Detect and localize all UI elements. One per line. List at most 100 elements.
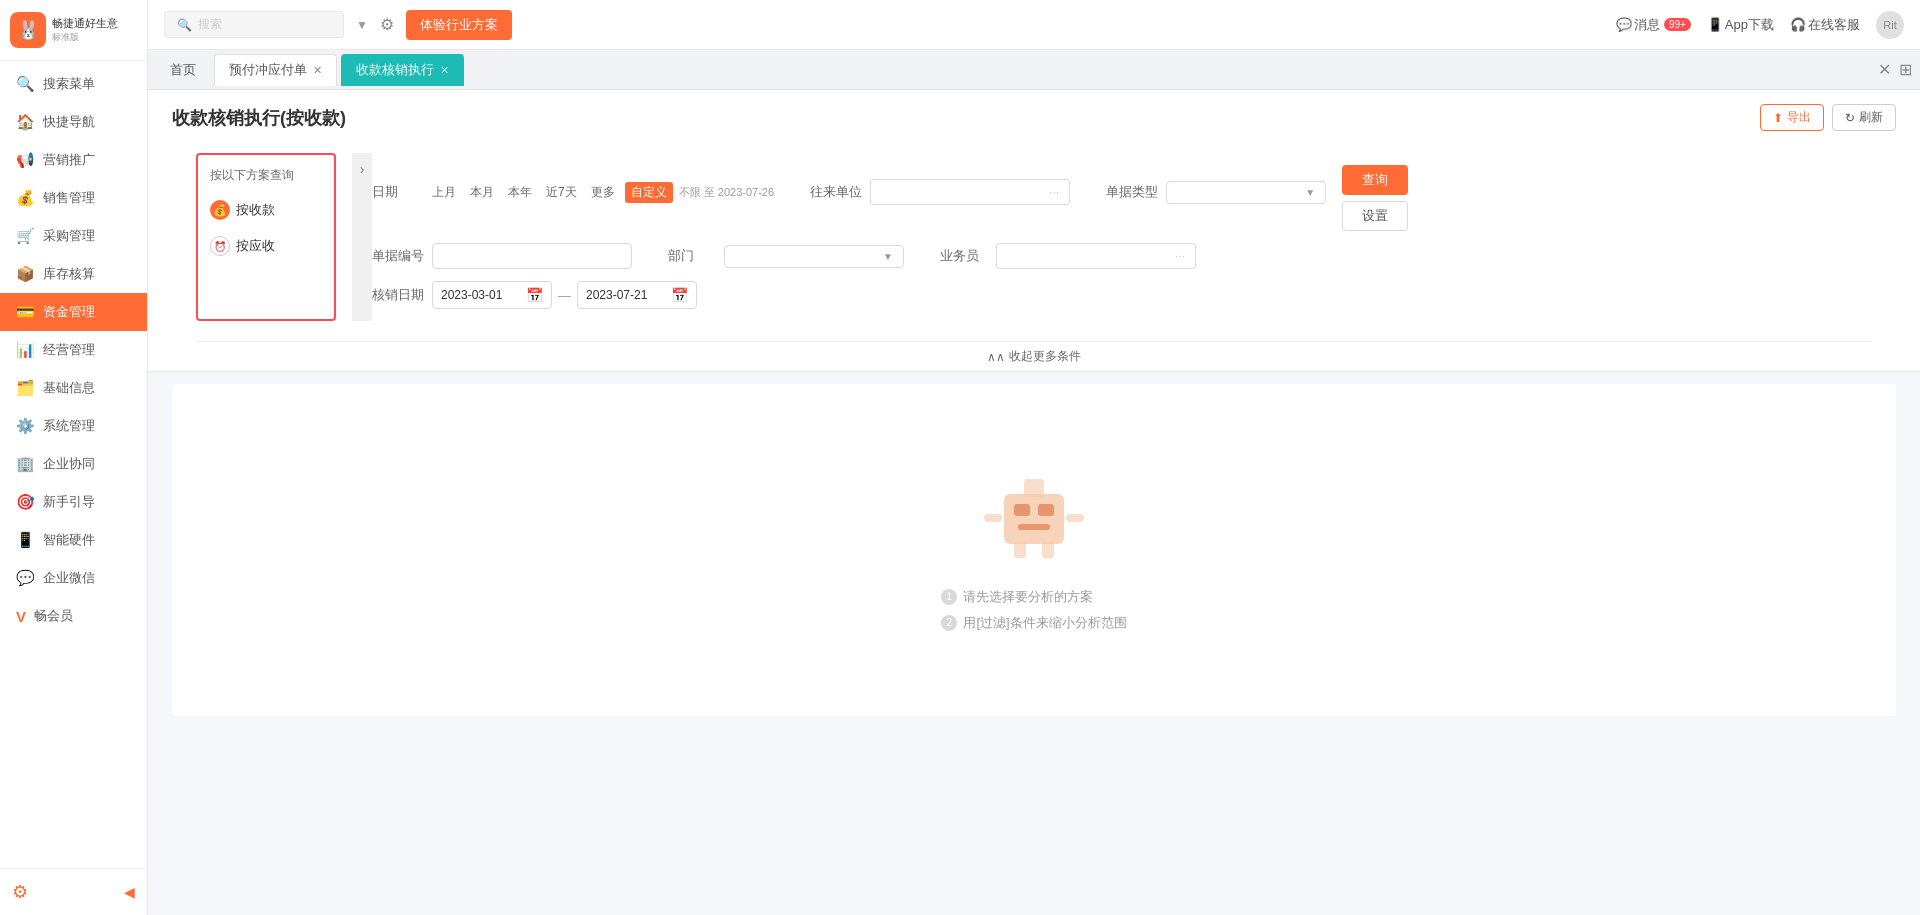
message-badge: 99+ <box>1664 18 1691 31</box>
sidebar-item-finance[interactable]: 💳 资金管理 <box>0 293 147 331</box>
sidebar-label-guide: 新手引导 <box>43 493 95 511</box>
main-area: 🔍 搜索 ▼ ⚙ 体验行业方案 💬 消息 99+ 📱 App下载 🎧 在线客服 <box>148 0 1920 915</box>
tab-home[interactable]: 首页 <box>156 54 210 86</box>
tab-home-label: 首页 <box>170 61 196 79</box>
sidebar-label-inventory: 库存核算 <box>43 265 95 283</box>
sidebar-item-quick[interactable]: 🏠 快捷导航 <box>0 103 147 141</box>
user-profile[interactable]: Rit <box>1876 11 1904 39</box>
verify-date-start-input[interactable]: 2023-03-01 📅 <box>432 281 552 309</box>
sidebar-label-basic: 基础信息 <box>43 379 95 397</box>
date-shortcut-more[interactable]: 更多 <box>587 182 619 203</box>
query-by-receivable[interactable]: ⏰ 按应收 <box>198 228 334 264</box>
verify-date-end-input[interactable]: 2023-07-21 📅 <box>577 281 697 309</box>
refresh-label: 刷新 <box>1859 109 1883 126</box>
svg-rect-5 <box>984 514 1002 522</box>
industry-solution-button[interactable]: 体验行业方案 <box>406 10 512 40</box>
page-header: 收款核销执行(按收款) ⬆ 导出 ↻ 刷新 按以下方案查询 <box>148 90 1920 372</box>
message-entry[interactable]: 💬 消息 99+ <box>1616 16 1691 34</box>
tab-prepay-close[interactable]: ✕ <box>313 64 322 77</box>
tabbar-actions: ✕ ⊞ <box>1878 60 1912 79</box>
sidebar-label-wechat: 企业微信 <box>43 569 95 587</box>
filter-panel: 按以下方案查询 💰 按收款 ⏰ 按应收 › <box>172 141 1896 337</box>
tab-prepay-label: 预付冲应付单 <box>229 61 307 79</box>
date-shortcuts: 上月 本月 本年 近7天 更多 自定义 不限 至 2023-07-26 <box>428 182 774 203</box>
doc-type-select[interactable]: ▼ <box>1166 181 1326 204</box>
collection-type-icon: 💰 <box>210 200 230 220</box>
svg-rect-3 <box>1018 524 1050 530</box>
sidebar-item-sales[interactable]: 💰 销售管理 <box>0 179 147 217</box>
tab-prepay[interactable]: 预付冲应付单 ✕ <box>214 54 337 86</box>
customer-service-label: 在线客服 <box>1808 16 1860 34</box>
sidebar-item-wechat[interactable]: 💬 企业微信 <box>0 559 147 597</box>
verify-date-range: 2023-03-01 📅 — 2023-07-21 📅 <box>432 281 697 309</box>
settings-icon[interactable]: ⚙ <box>12 881 28 903</box>
export-button[interactable]: ⬆ 导出 <box>1760 104 1824 131</box>
sidebar-item-hardware[interactable]: 📱 智能硬件 <box>0 521 147 559</box>
empty-tip-1: 1 请先选择要分析的方案 <box>941 584 1126 610</box>
dept-label: 部门 <box>668 247 716 265</box>
svg-rect-1 <box>1014 504 1030 516</box>
dept-select[interactable]: ▼ <box>724 245 904 268</box>
sidebar-item-basic[interactable]: 🗂️ 基础信息 <box>0 369 147 407</box>
date-shortcut-7days[interactable]: 近7天 <box>542 182 581 203</box>
filter-actions: 查询 设置 <box>1342 153 1408 231</box>
settings-button[interactable]: 设置 <box>1342 201 1408 231</box>
sidebar-label-purchase: 采购管理 <box>43 227 95 245</box>
calendar-start-icon: 📅 <box>526 287 543 303</box>
app-download-label: App下载 <box>1725 16 1774 34</box>
sidebar-item-purchase[interactable]: 🛒 采购管理 <box>0 217 147 255</box>
topbar-gear-icon[interactable]: ⚙ <box>380 15 394 34</box>
sidebar-label-system: 系统管理 <box>43 417 95 435</box>
panel-collapse-button[interactable]: › <box>352 153 372 321</box>
date-sub-text: 不限 至 2023-07-26 <box>679 185 774 200</box>
sidebar-label-quick: 快捷导航 <box>43 113 95 131</box>
svg-rect-7 <box>1014 542 1026 558</box>
tab-collection-label: 收款核销执行 <box>356 61 434 79</box>
date-range-separator: — <box>558 288 571 303</box>
sidebar-item-guide[interactable]: 🎯 新手引导 <box>0 483 147 521</box>
verify-date-start-value: 2023-03-01 <box>441 288 502 302</box>
svg-rect-6 <box>1066 514 1084 522</box>
query-by-collection[interactable]: 💰 按收款 <box>198 192 334 228</box>
app-name: 畅捷通好生意 <box>52 16 118 30</box>
sidebar-item-inventory[interactable]: 📦 库存核算 <box>0 255 147 293</box>
empty-tips: 1 请先选择要分析的方案 2 用[过滤]条件来缩小分析范围 <box>941 584 1126 636</box>
inventory-icon: 📦 <box>16 265 35 283</box>
dept-arrow: ▼ <box>883 251 893 262</box>
maximize-button[interactable]: ⊞ <box>1899 60 1912 79</box>
sidebar-item-search[interactable]: 🔍 搜索菜单 <box>0 65 147 103</box>
tab-collection[interactable]: 收款核销执行 ✕ <box>341 54 464 86</box>
customer-service-entry[interactable]: 🎧 在线客服 <box>1790 16 1860 34</box>
date-shortcut-last-month[interactable]: 上月 <box>428 182 460 203</box>
empty-illustration <box>974 464 1094 564</box>
sidebar-label-member: 畅会员 <box>34 607 73 625</box>
doc-type-field: 单据类型 ▼ <box>1106 181 1326 204</box>
tab-collection-close[interactable]: ✕ <box>440 64 449 77</box>
topbar-search-display: 🔍 搜索 <box>164 11 344 38</box>
search-icon-topbar: 🔍 <box>177 18 192 32</box>
counterparty-input[interactable]: ··· <box>870 179 1070 205</box>
date-shortcut-this-month[interactable]: 本月 <box>466 182 498 203</box>
topbar-dropdown-arrow[interactable]: ▼ <box>356 18 368 32</box>
svg-rect-2 <box>1038 504 1054 516</box>
sidebar-item-member[interactable]: V 畅会员 <box>0 597 147 635</box>
verify-date-end-value: 2023-07-21 <box>586 288 647 302</box>
doc-no-input[interactable] <box>432 243 632 269</box>
app-edition: 标准版 <box>52 31 118 44</box>
empty-state: 1 请先选择要分析的方案 2 用[过滤]条件来缩小分析范围 <box>172 384 1896 716</box>
refresh-button[interactable]: ↻ 刷新 <box>1832 104 1896 131</box>
date-shortcut-this-year[interactable]: 本年 <box>504 182 536 203</box>
sidebar-item-marketing[interactable]: 📢 营销推广 <box>0 141 147 179</box>
sidebar-item-enterprise[interactable]: 🏢 企业协同 <box>0 445 147 483</box>
collapse-sidebar-button[interactable]: ◀ <box>124 884 135 900</box>
staff-input[interactable]: ··· <box>996 243 1196 269</box>
sidebar-item-operation[interactable]: 📊 经营管理 <box>0 331 147 369</box>
close-all-tabs-button[interactable]: ✕ <box>1878 60 1891 79</box>
collapse-more-label: 收起更多条件 <box>1009 348 1081 365</box>
query-button[interactable]: 查询 <box>1342 165 1408 195</box>
collapse-more-button[interactable]: ∧∧ 收起更多条件 <box>196 341 1872 371</box>
date-shortcut-custom[interactable]: 自定义 <box>625 182 673 203</box>
app-download-entry[interactable]: 📱 App下载 <box>1707 16 1774 34</box>
sidebar-item-system[interactable]: ⚙️ 系统管理 <box>0 407 147 445</box>
tip-num-2: 2 <box>941 615 957 631</box>
